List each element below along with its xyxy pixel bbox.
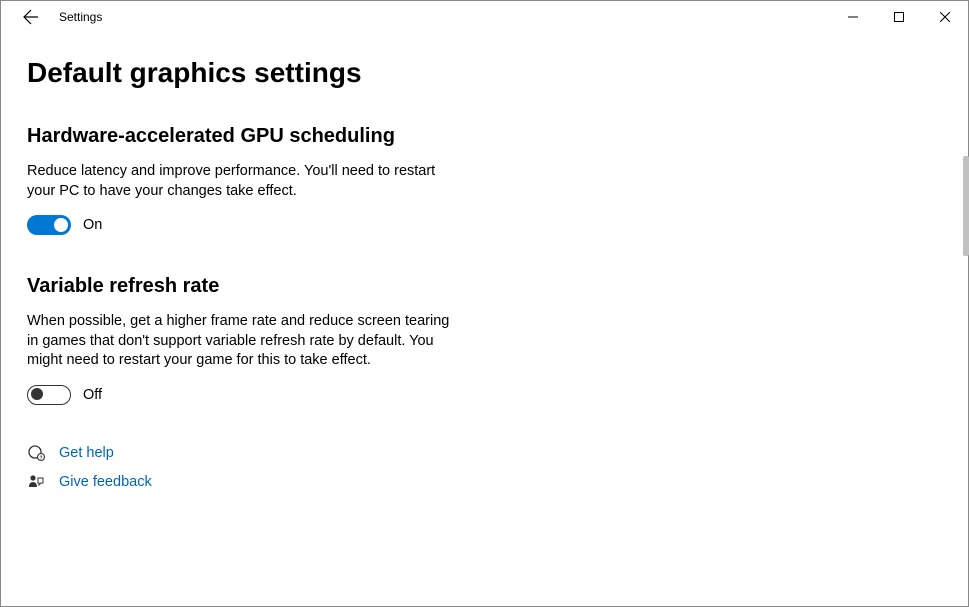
minimize-icon: [848, 12, 858, 22]
help-icon: ?: [27, 445, 45, 462]
close-button[interactable]: [922, 1, 968, 33]
gpu-scheduling-toggle-label: On: [83, 217, 102, 233]
scrollbar[interactable]: [963, 156, 969, 256]
toggle-knob: [31, 388, 43, 400]
vrr-toggle[interactable]: [27, 385, 71, 405]
content-area: Default graphics settings Hardware-accel…: [1, 33, 968, 510]
arrow-left-icon: [23, 9, 39, 25]
svg-text:?: ?: [39, 455, 42, 461]
toggle-knob: [54, 218, 68, 232]
back-button[interactable]: [11, 1, 51, 33]
give-feedback-link[interactable]: Give feedback: [59, 474, 152, 490]
gpu-scheduling-toggle-row: On: [27, 215, 942, 235]
app-title: Settings: [59, 10, 102, 24]
close-icon: [940, 12, 950, 22]
give-feedback-row: Give feedback: [27, 474, 942, 490]
vrr-toggle-label: Off: [83, 387, 102, 403]
feedback-icon: [27, 474, 45, 490]
titlebar: Settings: [1, 1, 968, 33]
help-links: ? Get help Give feedback: [27, 445, 942, 490]
vrr-toggle-row: Off: [27, 385, 942, 405]
vrr-heading: Variable refresh rate: [27, 275, 942, 298]
page-title: Default graphics settings: [27, 57, 942, 89]
get-help-row: ? Get help: [27, 445, 942, 462]
vrr-description: When possible, get a higher frame rate a…: [27, 312, 457, 371]
gpu-scheduling-heading: Hardware-accelerated GPU scheduling: [27, 125, 942, 148]
get-help-link[interactable]: Get help: [59, 445, 114, 461]
maximize-icon: [894, 12, 904, 22]
gpu-scheduling-toggle[interactable]: [27, 215, 71, 235]
gpu-scheduling-description: Reduce latency and improve performance. …: [27, 162, 457, 201]
maximize-button[interactable]: [876, 1, 922, 33]
window-controls: [830, 1, 968, 33]
minimize-button[interactable]: [830, 1, 876, 33]
